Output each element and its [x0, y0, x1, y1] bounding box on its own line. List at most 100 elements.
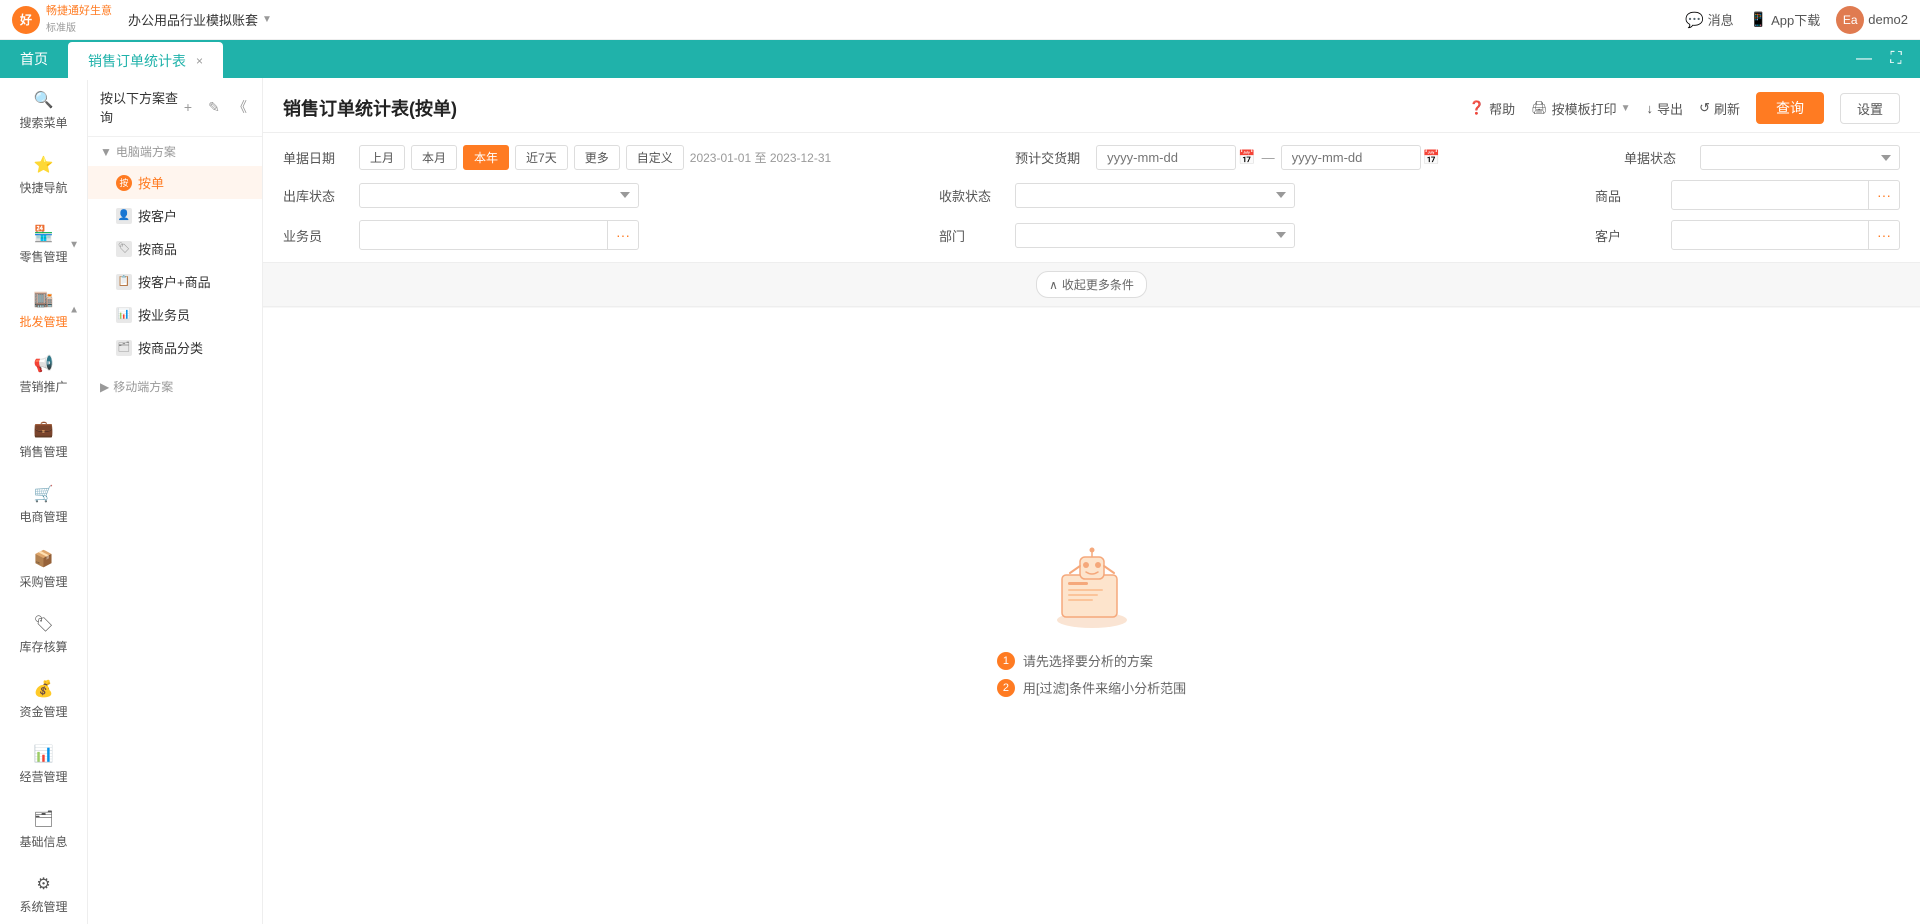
wholesale-expand-icon: ▲: [69, 304, 79, 315]
scheme-item-按商品分类[interactable]: 🗂 按商品分类: [88, 331, 262, 364]
scheme-category-mobile-label: 移动端方案: [113, 378, 173, 395]
help-button[interactable]: ❓ 帮助: [1469, 99, 1515, 118]
export-label: 导出: [1657, 99, 1683, 118]
sidebar-label-sales: 销售管理: [19, 443, 67, 460]
app-download-icon: 📱: [1750, 11, 1767, 28]
operations-icon: 📊: [34, 744, 54, 764]
search-icon: 🔍: [34, 90, 54, 110]
receipt-status-label: 收款状态: [939, 186, 999, 205]
tab-home[interactable]: 首页: [0, 40, 68, 78]
scheme-edit-button[interactable]: ✎: [204, 97, 224, 117]
scheme-category-pc[interactable]: ▼ 电脑端方案: [88, 137, 262, 166]
export-button[interactable]: ↓ 导出: [1647, 99, 1684, 118]
status-select[interactable]: [1700, 145, 1900, 170]
logo-text: 畅捷通好生意: [46, 5, 112, 18]
date-btn-last-month[interactable]: 上月: [359, 145, 405, 170]
sidebar-item-purchase[interactable]: 📦 采购管理: [0, 537, 87, 602]
scheme-item-按单[interactable]: 按 按单: [88, 166, 262, 199]
goods-dots-button[interactable]: ···: [1869, 180, 1900, 210]
breadcrumb-arrow: ▼: [262, 14, 272, 25]
tab-close-icon[interactable]: ×: [196, 54, 203, 68]
scheme-item-icon-按商品分类: 🗂: [116, 340, 132, 356]
calendar-icon-from[interactable]: 📅: [1238, 149, 1255, 166]
scheme-item-按客户[interactable]: 👤 按客户: [88, 199, 262, 232]
logo: 好 畅捷通好生意 标准版: [12, 5, 112, 33]
topbar-right: 💬 消息 📱 App下载 Ea demo2: [1685, 6, 1908, 34]
sidebar-label-quicknav: 快捷导航: [19, 179, 67, 196]
tab-sales-label: 销售订单统计表: [88, 51, 186, 71]
scheme-item-label-按商品分类: 按商品分类: [138, 338, 203, 357]
sidebar-item-inventory[interactable]: 🏷 库存核算: [0, 602, 87, 667]
tab-minimize-button[interactable]: —: [1852, 47, 1876, 71]
refresh-button[interactable]: ↺ 刷新: [1699, 99, 1740, 118]
sidebar-item-sales[interactable]: 💼 销售管理: [0, 407, 87, 472]
sidebar-item-retail[interactable]: 🏪 零售管理 ▼: [0, 212, 87, 277]
ecommerce-icon: 🛒: [34, 484, 54, 504]
scheme-category-mobile[interactable]: ▶ 移动端方案: [88, 372, 262, 401]
department-select[interactable]: [1015, 223, 1295, 248]
app-download-button[interactable]: 📱 App下载: [1750, 10, 1821, 29]
tab-maximize-button[interactable]: ⛶: [1884, 47, 1908, 71]
sidebar-item-basic[interactable]: 🗂 基础信息: [0, 797, 87, 862]
empty-step-2-text: 用[过滤]条件来缩小分析范围: [1023, 678, 1186, 697]
print-icon: 🖨: [1531, 100, 1548, 116]
minimize-icon: —: [1856, 50, 1872, 68]
filter-section: 单据日期 上月 本月 本年 近7天 更多 自定义 2023-01-01 至 20…: [263, 133, 1920, 263]
scheme-item-icon-按单: 按: [116, 175, 132, 191]
sidebar-item-ecommerce[interactable]: 🛒 电商管理: [0, 472, 87, 537]
scheme-item-icon-按客户: 👤: [116, 208, 132, 224]
avatar: Ea: [1836, 6, 1864, 34]
delivery-status-select[interactable]: [359, 183, 639, 208]
retail-expand-icon: ▼: [69, 239, 79, 250]
settings-button[interactable]: 设置: [1840, 93, 1900, 124]
sidebar-item-finance[interactable]: 💰 资金管理: [0, 667, 87, 732]
export-icon: ↓: [1647, 101, 1654, 116]
scheme-header-icons: + ✎ 《: [178, 97, 250, 117]
date-btn-this-year[interactable]: 本年: [463, 145, 509, 170]
date-btn-this-month[interactable]: 本月: [411, 145, 457, 170]
scheme-item-按客户+商品[interactable]: 📋 按客户+商品: [88, 265, 262, 298]
tab-home-label: 首页: [20, 49, 48, 69]
date-btn-custom[interactable]: 自定义: [626, 145, 684, 170]
empty-step-1: 1 请先选择要分析的方案: [997, 651, 1186, 670]
scheme-item-按业务员[interactable]: 📊 按业务员: [88, 298, 262, 331]
query-button[interactable]: 查询: [1756, 92, 1824, 124]
message-icon: 💬: [1685, 11, 1704, 29]
chevron-right-icon: ▶: [100, 380, 109, 394]
sidebar-item-marketing[interactable]: 📢 营销推广: [0, 342, 87, 407]
content-area: 按以下方案查询 + ✎ 《 ▼ 电脑端方案 按: [88, 78, 1920, 924]
print-button[interactable]: 🖨 按模板打印 ▼: [1531, 99, 1630, 118]
customer-input[interactable]: [1671, 220, 1869, 250]
scheme-add-icon: +: [184, 99, 192, 115]
message-button[interactable]: 💬 消息: [1685, 10, 1734, 29]
expected-date-to[interactable]: [1281, 145, 1421, 170]
date-btn-7days[interactable]: 近7天: [515, 145, 568, 170]
collapse-button[interactable]: ∧ 收起更多条件: [1036, 271, 1147, 298]
breadcrumb[interactable]: 办公用品行业模拟账套 ▼: [128, 10, 1677, 29]
sidebar-item-wholesale[interactable]: 🏬 批发管理 ▲: [0, 277, 87, 342]
scheme-collapse-button[interactable]: 《: [230, 97, 250, 117]
tab-sales-order[interactable]: 销售订单统计表 ×: [68, 42, 223, 80]
salesperson-input[interactable]: [359, 220, 608, 250]
user-name: demo2: [1868, 12, 1908, 27]
wholesale-icon: 🏬: [34, 289, 54, 309]
salesperson-dots-button[interactable]: ···: [608, 220, 639, 250]
expected-date-from[interactable]: [1096, 145, 1236, 170]
customer-dots-button[interactable]: ···: [1869, 220, 1900, 250]
calendar-icon-to[interactable]: 📅: [1423, 149, 1440, 166]
sidebar-item-operations[interactable]: 📊 经营管理: [0, 732, 87, 797]
sidebar-item-system[interactable]: ⚙ 系统管理: [0, 862, 87, 924]
date-btn-more[interactable]: 更多: [574, 145, 620, 170]
scheme-item-按商品[interactable]: 🏷 按商品: [88, 232, 262, 265]
scheme-add-button[interactable]: +: [178, 97, 198, 117]
logo-text-group: 畅捷通好生意 标准版: [46, 5, 112, 33]
sidebar-item-search[interactable]: 🔍 搜索菜单: [0, 78, 87, 143]
goods-input[interactable]: [1671, 180, 1869, 210]
receipt-status-select[interactable]: [1015, 183, 1295, 208]
refresh-icon: ↺: [1699, 100, 1710, 116]
date-separator: —: [1262, 150, 1275, 165]
scheme-header-title: 按以下方案查询: [100, 88, 178, 126]
user-profile[interactable]: Ea demo2: [1836, 6, 1908, 34]
scheme-panel: 按以下方案查询 + ✎ 《 ▼ 电脑端方案 按: [88, 78, 263, 924]
sidebar-item-quicknav[interactable]: ⭐ 快捷导航: [0, 143, 87, 208]
